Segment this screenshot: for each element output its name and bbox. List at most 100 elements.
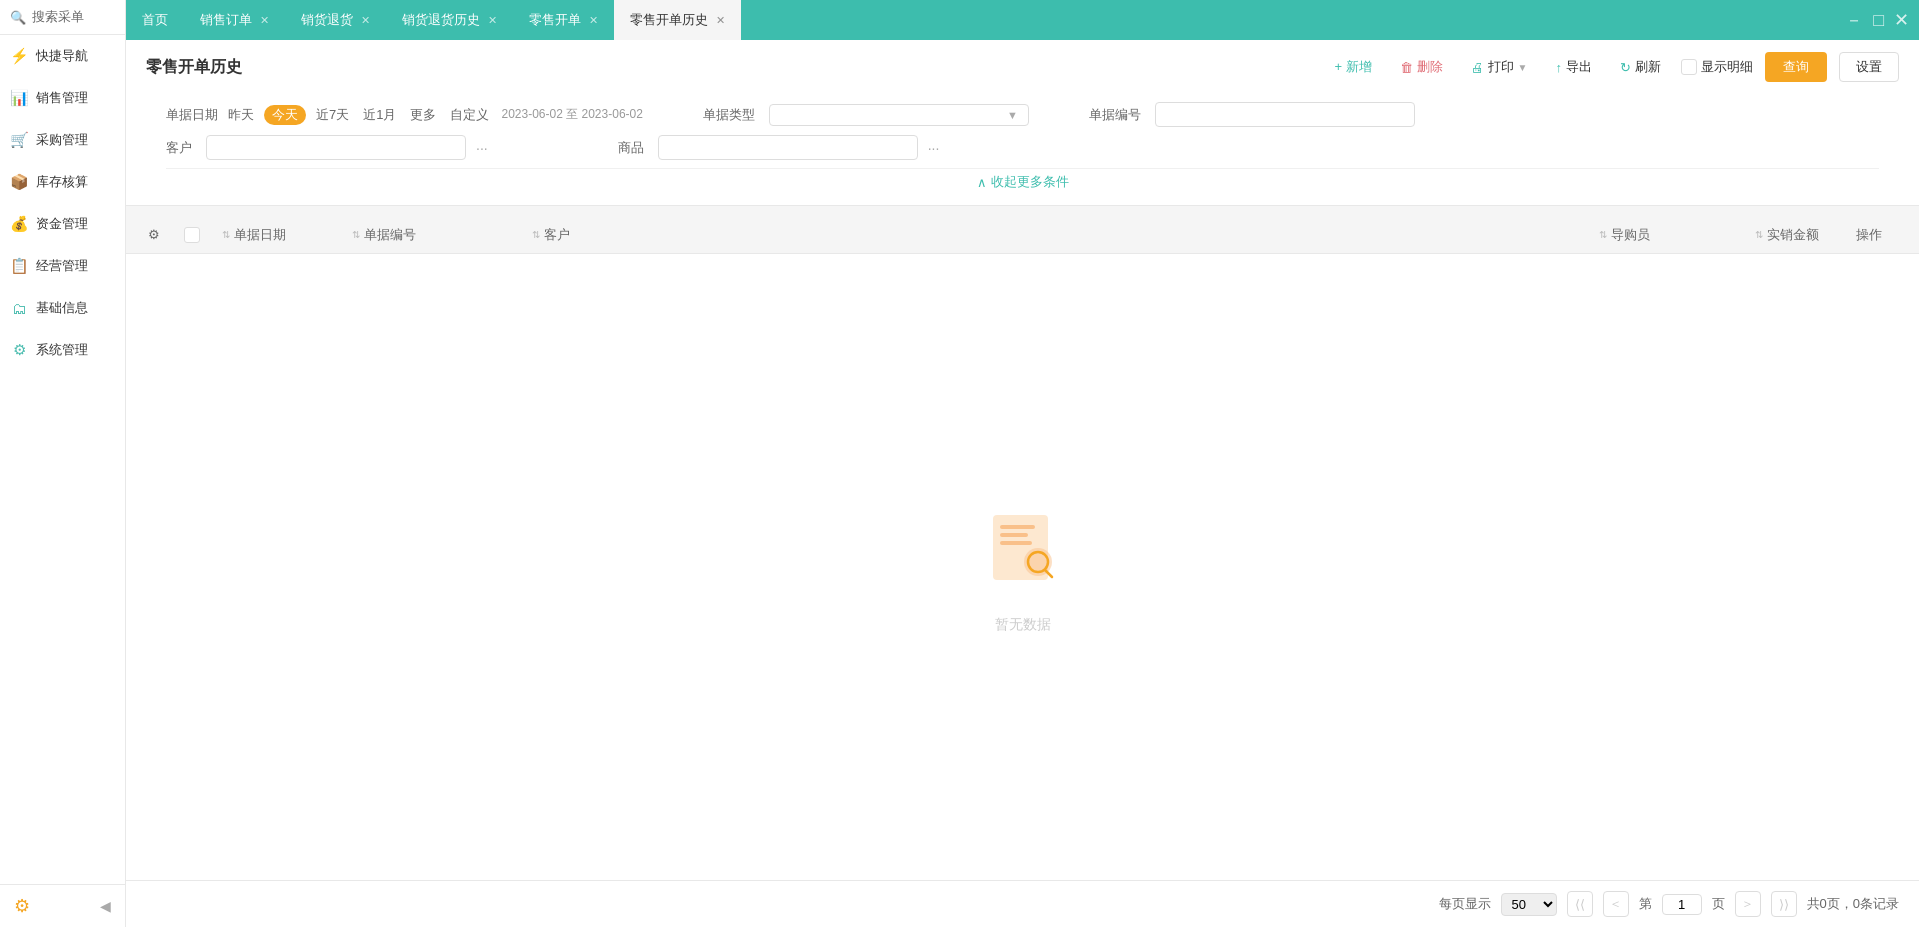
sort-icon[interactable]: ⇅ bbox=[532, 229, 540, 240]
sort-icon[interactable]: ⇅ bbox=[1755, 229, 1763, 240]
customer-input[interactable] bbox=[206, 135, 466, 160]
sort-icon[interactable]: ⇅ bbox=[1599, 229, 1607, 240]
quick-nav-icon: ⚡ bbox=[10, 47, 28, 65]
page-last-button[interactable]: ⟩⟩ bbox=[1771, 891, 1797, 917]
type-dropdown-icon: ▼ bbox=[1007, 109, 1018, 121]
date-today[interactable]: 今天 bbox=[264, 105, 306, 125]
sidebar-search-label: 搜索采单 bbox=[32, 8, 84, 26]
sidebar-item-label: 库存核算 bbox=[36, 173, 88, 191]
tab-retail-open[interactable]: 零售开单 ✕ bbox=[513, 0, 614, 40]
tab-label: 零售开单 bbox=[529, 11, 581, 29]
empty-illustration bbox=[973, 500, 1073, 600]
basic-icon: 🗂 bbox=[10, 299, 28, 317]
tab-close-icon[interactable]: ✕ bbox=[488, 14, 497, 27]
number-input[interactable] bbox=[1155, 102, 1415, 127]
date-7days[interactable]: 近7天 bbox=[312, 105, 353, 125]
main-area: 首页 销售订单 ✕ 销货退货 ✕ 销货退货历史 ✕ 零售开单 ✕ 零售开单历史 … bbox=[126, 0, 1919, 927]
add-button[interactable]: + 新增 bbox=[1326, 54, 1379, 80]
col-number: ⇅ 单据编号 bbox=[342, 226, 522, 244]
col-settings[interactable]: ⚙ bbox=[136, 227, 172, 242]
finance-icon: 💰 bbox=[10, 215, 28, 233]
sidebar-item-quick-nav[interactable]: ⚡ 快捷导航 bbox=[0, 35, 125, 77]
col-action-label: 操作 bbox=[1856, 226, 1882, 244]
display-detail-checkbox[interactable] bbox=[1681, 59, 1697, 75]
tab-close-icon[interactable]: ✕ bbox=[260, 14, 269, 27]
settings-icon[interactable]: ⚙ bbox=[148, 227, 160, 242]
filter-type: 单据类型 ▼ bbox=[703, 104, 1029, 126]
table-header: ⚙ ⇅ 单据日期 ⇅ 单据编号 ⇅ 客户 ⇅ bbox=[126, 216, 1919, 254]
page-number-input[interactable] bbox=[1662, 894, 1702, 915]
display-detail-label: 显示明细 bbox=[1701, 58, 1753, 76]
select-all-checkbox[interactable] bbox=[184, 227, 200, 243]
svg-rect-3 bbox=[1000, 541, 1032, 545]
sidebar-item-sales[interactable]: 📊 销售管理 bbox=[0, 77, 125, 119]
page-prev-button[interactable]: ＜ bbox=[1603, 891, 1629, 917]
customer-picker-icon[interactable]: ··· bbox=[476, 140, 488, 156]
collapse-sidebar-icon[interactable]: ◀ bbox=[100, 898, 111, 914]
col-date: ⇅ 单据日期 bbox=[212, 226, 342, 244]
sidebar-item-system[interactable]: ⚙ 系统管理 bbox=[0, 329, 125, 371]
tab-sales-order[interactable]: 销售订单 ✕ bbox=[184, 0, 285, 40]
tab-close-icon[interactable]: ✕ bbox=[716, 14, 725, 27]
pagination: 每页显示 50 100 200 ⟨⟨ ＜ 第 页 ＞ ⟩⟩ 共0页，0条记录 bbox=[126, 880, 1919, 927]
display-detail-toggle[interactable]: 显示明细 bbox=[1681, 58, 1753, 76]
collapse-bar[interactable]: ∧ 收起更多条件 bbox=[166, 168, 1879, 195]
tab-close-icon[interactable]: ✕ bbox=[589, 14, 598, 27]
sidebar: 🔍 搜索采单 ⚡ 快捷导航 📊 销售管理 🛒 采购管理 📦 库存核算 💰 资金管… bbox=[0, 0, 126, 927]
page-prefix: 第 bbox=[1639, 895, 1652, 913]
page-first-button[interactable]: ⟨⟨ bbox=[1567, 891, 1593, 917]
maximize-button[interactable]: □ bbox=[1873, 10, 1884, 31]
export-button[interactable]: ↑ 导出 bbox=[1548, 54, 1601, 80]
goods-picker-icon[interactable]: ··· bbox=[928, 140, 940, 156]
print-button[interactable]: 🖨 打印 ▼ bbox=[1463, 54, 1536, 80]
table-area: ⚙ ⇅ 单据日期 ⇅ 单据编号 ⇅ 客户 ⇅ bbox=[126, 216, 1919, 880]
per-page-label: 每页显示 bbox=[1439, 895, 1491, 913]
tab-sales-return-history[interactable]: 销货退货历史 ✕ bbox=[386, 0, 513, 40]
query-button[interactable]: 查询 bbox=[1765, 52, 1827, 82]
setting-button[interactable]: 设置 bbox=[1839, 52, 1899, 82]
refresh-button[interactable]: ↻ 刷新 bbox=[1612, 54, 1669, 80]
sidebar-item-operation[interactable]: 📋 经营管理 bbox=[0, 245, 125, 287]
page-next-button[interactable]: ＞ bbox=[1735, 891, 1761, 917]
delete-button[interactable]: 🗑 删除 bbox=[1392, 54, 1451, 80]
minimize-button[interactable]: － bbox=[1845, 8, 1863, 32]
sort-icon[interactable]: ⇅ bbox=[352, 229, 360, 240]
goods-input[interactable] bbox=[658, 135, 918, 160]
tab-label: 销售订单 bbox=[200, 11, 252, 29]
tab-bar: 首页 销售订单 ✕ 销货退货 ✕ 销货退货历史 ✕ 零售开单 ✕ 零售开单历史 … bbox=[126, 0, 1919, 40]
col-checkbox[interactable] bbox=[172, 227, 212, 243]
collapse-label: 收起更多条件 bbox=[991, 173, 1069, 191]
tab-close-icon[interactable]: ✕ bbox=[361, 14, 370, 27]
type-select[interactable]: ▼ bbox=[769, 104, 1029, 126]
sidebar-item-label: 系统管理 bbox=[36, 341, 88, 359]
refresh-label: 刷新 bbox=[1635, 58, 1661, 76]
tab-home[interactable]: 首页 bbox=[126, 0, 184, 40]
print-icon: 🖨 bbox=[1471, 60, 1484, 75]
date-custom[interactable]: 自定义 bbox=[446, 105, 493, 125]
sidebar-item-basic[interactable]: 🗂 基础信息 bbox=[0, 287, 125, 329]
export-label: 导出 bbox=[1566, 58, 1592, 76]
date-1month[interactable]: 近1月 bbox=[359, 105, 400, 125]
date-yesterday[interactable]: 昨天 bbox=[224, 105, 258, 125]
sidebar-item-label: 经营管理 bbox=[36, 257, 88, 275]
refresh-icon: ↻ bbox=[1620, 60, 1631, 75]
page-suffix: 页 bbox=[1712, 895, 1725, 913]
tab-retail-history[interactable]: 零售开单历史 ✕ bbox=[614, 0, 741, 40]
settings-gear-icon[interactable]: ⚙ bbox=[14, 895, 30, 917]
sidebar-item-inventory[interactable]: 📦 库存核算 bbox=[0, 161, 125, 203]
per-page-select[interactable]: 50 100 200 bbox=[1501, 893, 1557, 916]
date-more[interactable]: 更多 bbox=[406, 105, 440, 125]
sidebar-item-finance[interactable]: 💰 资金管理 bbox=[0, 203, 125, 245]
query-label: 查询 bbox=[1783, 59, 1809, 74]
sidebar-item-purchase[interactable]: 🛒 采购管理 bbox=[0, 119, 125, 161]
filter-date: 单据日期 昨天 今天 近7天 近1月 更多 自定义 2023-06-02 至 2… bbox=[166, 105, 643, 125]
close-button[interactable]: ✕ bbox=[1894, 9, 1909, 31]
filter-row-2: 客户 ··· 商品 ··· bbox=[166, 135, 1879, 160]
col-amount: ⇅ 实销金额 bbox=[1709, 226, 1829, 244]
filter-goods: 商品 ··· bbox=[618, 135, 940, 160]
sidebar-search[interactable]: 🔍 搜索采单 bbox=[0, 0, 125, 35]
sort-icon[interactable]: ⇅ bbox=[222, 229, 230, 240]
date-shortcuts: 昨天 今天 近7天 近1月 更多 自定义 2023-06-02 至 2023-0… bbox=[224, 105, 643, 125]
tab-sales-return[interactable]: 销货退货 ✕ bbox=[285, 0, 386, 40]
empty-state: 暂无数据 bbox=[126, 254, 1919, 880]
